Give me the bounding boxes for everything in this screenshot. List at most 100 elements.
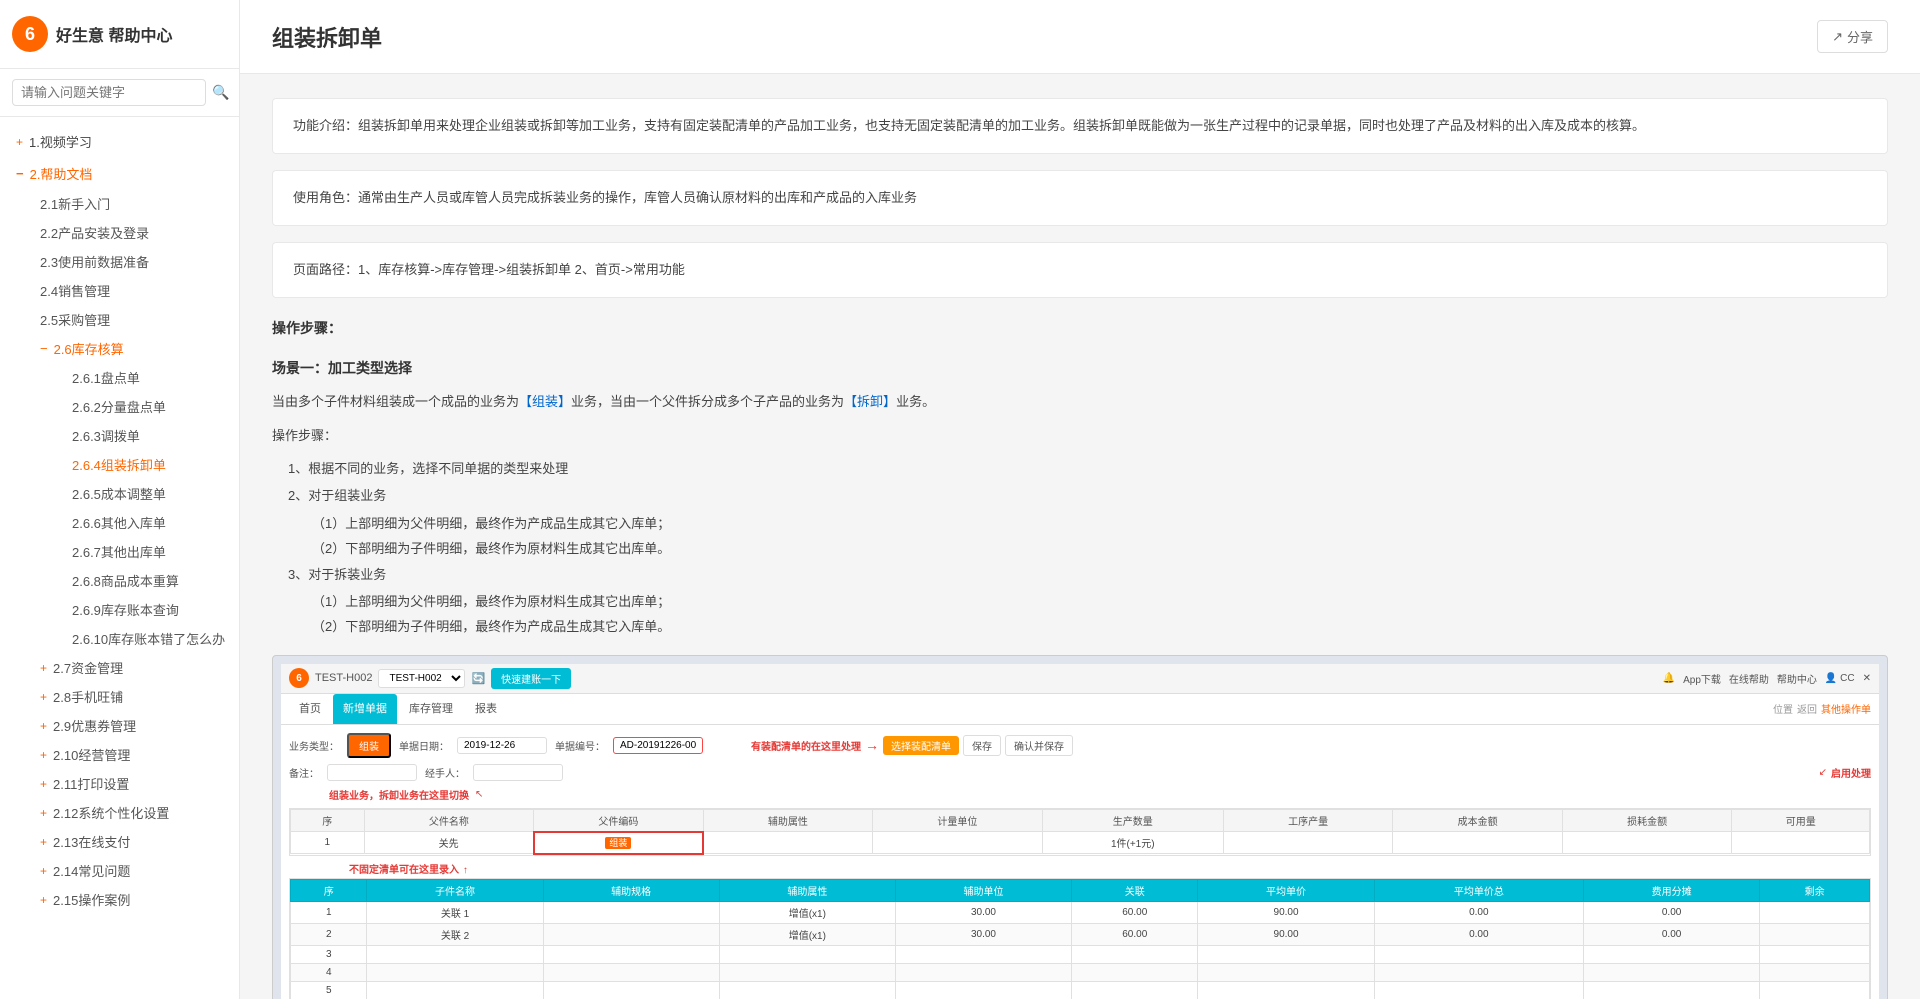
sim-memo-input[interactable] [327, 764, 417, 781]
th-sub-rel: 关联 [1072, 879, 1198, 901]
th-sub-name: 子件名称 [367, 879, 543, 901]
search-icon[interactable]: 🔍 [212, 84, 229, 101]
main-header: 组装拆卸单 ↗ 分享 [240, 0, 1920, 74]
sidebar-item-partcount[interactable]: 2.6.2分量盘点单 [64, 392, 239, 421]
plus-icon-custom: + [40, 806, 47, 820]
steps-title: 操作步骤： [272, 318, 1888, 338]
sim-upper-table: 序 父件名称 父件编码 辅助属性 计量单位 生产数量 工序产量 成本金额 损耗金… [290, 809, 1870, 855]
sidebar-item-inventory[interactable]: − 2.6库存核算 [32, 334, 239, 363]
table-row: 5 [291, 981, 1870, 999]
sidebar-item-cases[interactable]: + 2.15操作案例 [32, 885, 239, 914]
step2-2: （2）下部明细为子件明细，最终作为原材料生成其它出库单。 [312, 537, 1888, 560]
td-parent-code: 组装 [534, 832, 704, 854]
sim-company-select[interactable]: TEST-H002 [378, 669, 465, 688]
td-aux-attr [703, 832, 873, 854]
sidebar-item-stockcount[interactable]: 2.6.1盘点单 [64, 363, 239, 392]
sim-type-annotation: 组装业务，拆卸业务在这里切换 ↖ [289, 787, 1871, 802]
sim-save-btn[interactable]: 保存 [963, 735, 1001, 756]
nav-sub-inventory: 2.6.1盘点单 2.6.2分量盘点单 2.6.3调拨单 2.6.4组装拆卸单 … [32, 363, 239, 653]
scene1-desc: 当由多个子件材料组装成一个成品的业务为【组装】业务，当由一个父件拆分成多个子产品… [272, 390, 1888, 413]
content-area: 功能介绍：组装拆卸单用来处理企业组装或拆卸等加工业务，支持有固定装配清单的产品加… [240, 74, 1920, 999]
sim-annotation-clearlist: 有装配清单的在这里处理 → 选择装配清单 保存 确认并保存 [751, 735, 1073, 756]
app-logo: 6 [12, 16, 48, 52]
sidebar-item-onlinepay[interactable]: + 2.13在线支付 [32, 827, 239, 856]
sim-type-label: 业务类型： [289, 738, 339, 753]
sim-free-input-annotation: 不固定清单可在这里录入 ↑ [289, 860, 1871, 876]
annotation-switch-text: 组装业务，拆卸业务在这里切换 [329, 787, 469, 802]
sim-form-row1: 业务类型： 组装 单据日期： 单据编号： 有装配清单的在这里处理 → 选择装配清… [289, 733, 1871, 758]
sim-nav-new[interactable]: 新增单据 [333, 694, 397, 724]
sim-nav-home[interactable]: 首页 [289, 694, 331, 724]
sidebar-item-faq[interactable]: + 2.14常见问题 [32, 856, 239, 885]
sidebar-item-install[interactable]: 2.2产品安装及登录 [32, 218, 239, 247]
screenshot-container: 6 TEST-H002 TEST-H002 🔄 快速建账一下 🔔 App下载 在… [272, 655, 1888, 999]
sidebar-item-video[interactable]: + 1.视频学习 [0, 125, 239, 158]
sim-apps-icon: App下载 [1683, 671, 1721, 686]
sidebar-item-print[interactable]: + 2.11打印设置 [32, 769, 239, 798]
th-loss: 损耗金额 [1562, 809, 1732, 832]
step1: 1、根据不同的业务，选择不同单据的类型来处理 [288, 457, 1888, 480]
sim-nav-report[interactable]: 报表 [465, 694, 507, 724]
step2: 2、对于组装业务 [288, 484, 1888, 507]
sidebar-item-coupon[interactable]: + 2.9优惠券管理 [32, 711, 239, 740]
sim-close-icon: ✕ [1863, 673, 1871, 684]
sim-id-input[interactable] [613, 737, 703, 754]
sim-form-header: 业务类型： 组装 单据日期： 单据编号： 有装配清单的在这里处理 → 选择装配清… [289, 733, 1871, 781]
annotation-freeinput-text: 不固定清单可在这里录入 [349, 865, 459, 876]
sidebar-item-outother[interactable]: 2.6.7其他出库单 [64, 537, 239, 566]
app-title: 好生意 帮助中心 [56, 22, 172, 46]
table-row: 1 关先 组装 1件(+1元) [291, 832, 1870, 854]
sidebar-item-sales[interactable]: 2.4销售管理 [32, 276, 239, 305]
sim-quickcreate-btn[interactable]: 快速建账一下 [491, 668, 571, 689]
sidebar-item-inother[interactable]: 2.6.6其他入库单 [64, 508, 239, 537]
sidebar-item-stockcheck[interactable]: 2.6.9库存账本查询 [64, 595, 239, 624]
td-process-qty [1223, 832, 1393, 854]
sim-date-input[interactable] [457, 737, 547, 754]
td-parent-name: 关先 [364, 832, 534, 854]
sidebar-item-ops[interactable]: + 2.10经营管理 [32, 740, 239, 769]
sim-refresh-icon: 🔄 [471, 672, 485, 685]
sidebar-item-finance[interactable]: + 2.7资金管理 [32, 653, 239, 682]
th-sub-seq: 序 [291, 879, 367, 901]
scene1-title: 场景一：加工类型选择 [272, 358, 1888, 378]
sim-bell-icon: 🔔 [1663, 673, 1675, 684]
sim-confirm-btn[interactable]: 确认并保存 [1005, 735, 1073, 756]
sidebar-item-purchase[interactable]: 2.5采购管理 [32, 305, 239, 334]
sidebar-item-new[interactable]: 2.1新手入门 [32, 189, 239, 218]
sim-misc-label: 备注： [289, 765, 319, 780]
th-unit: 计量单位 [873, 809, 1043, 832]
th-sub-attr: 辅助属性 [719, 879, 895, 901]
sim-business-type-btn[interactable]: 组装 [347, 733, 391, 758]
sidebar-item-assembly[interactable]: 2.6.4组装拆卸单 [64, 450, 239, 479]
minus-icon: − [16, 166, 24, 181]
sim-nav-inventory[interactable]: 库存管理 [399, 694, 463, 724]
step2-1: （1）上部明细为父件明细，最终作为产成品生成其它入库单； [312, 512, 1888, 535]
share-button[interactable]: ↗ 分享 [1817, 20, 1888, 53]
sim-avatar: 👤 CC [1825, 673, 1855, 684]
sidebar-item-stockerror[interactable]: 2.6.10库存账本错了怎么办 [64, 624, 239, 653]
sidebar-item-adjust[interactable]: 2.6.3调拨单 [64, 421, 239, 450]
search-box: 🔍 [0, 69, 239, 117]
path-box: 页面路径：1、库存核算->库存管理->组装拆卸单 2、首页->常用功能 [272, 242, 1888, 298]
annotation-clearlist-text: 有装配清单的在这里处理 [751, 738, 861, 753]
sidebar-item-costadj[interactable]: 2.6.5成本调整单 [64, 479, 239, 508]
step3: 3、对于拆装业务 [288, 563, 1888, 586]
sim-company: TEST-H002 [315, 672, 372, 684]
sidebar-item-costcalc[interactable]: 2.6.8商品成本重算 [64, 566, 239, 595]
sim-select-bom-btn[interactable]: 选择装配清单 [883, 736, 959, 755]
th-cost: 成本金额 [1393, 809, 1563, 832]
sim-handler-input[interactable] [473, 764, 563, 781]
sim-nav-location: 位置 [1773, 701, 1793, 716]
td-loss [1562, 832, 1732, 854]
th-sub-avgprice: 平均单价 [1198, 879, 1374, 901]
th-parent-name: 父件名称 [364, 809, 534, 832]
sim-id-label: 单据编号： [555, 738, 605, 753]
search-input[interactable] [12, 79, 206, 106]
sidebar-item-custom[interactable]: + 2.12系统个性化设置 [32, 798, 239, 827]
sidebar-item-data[interactable]: 2.3使用前数据准备 [32, 247, 239, 276]
td-unit [873, 832, 1043, 854]
sidebar-item-mobile[interactable]: + 2.8手机旺铺 [32, 682, 239, 711]
sidebar-item-docs[interactable]: − 2.帮助文档 [0, 158, 239, 189]
sim-lower-table-wrap: 序 子件名称 辅助规格 辅助属性 辅助单位 关联 平均单价 平均单价总 费用分摊… [289, 878, 1871, 999]
td-qty: 1件(+1元) [1042, 832, 1223, 854]
